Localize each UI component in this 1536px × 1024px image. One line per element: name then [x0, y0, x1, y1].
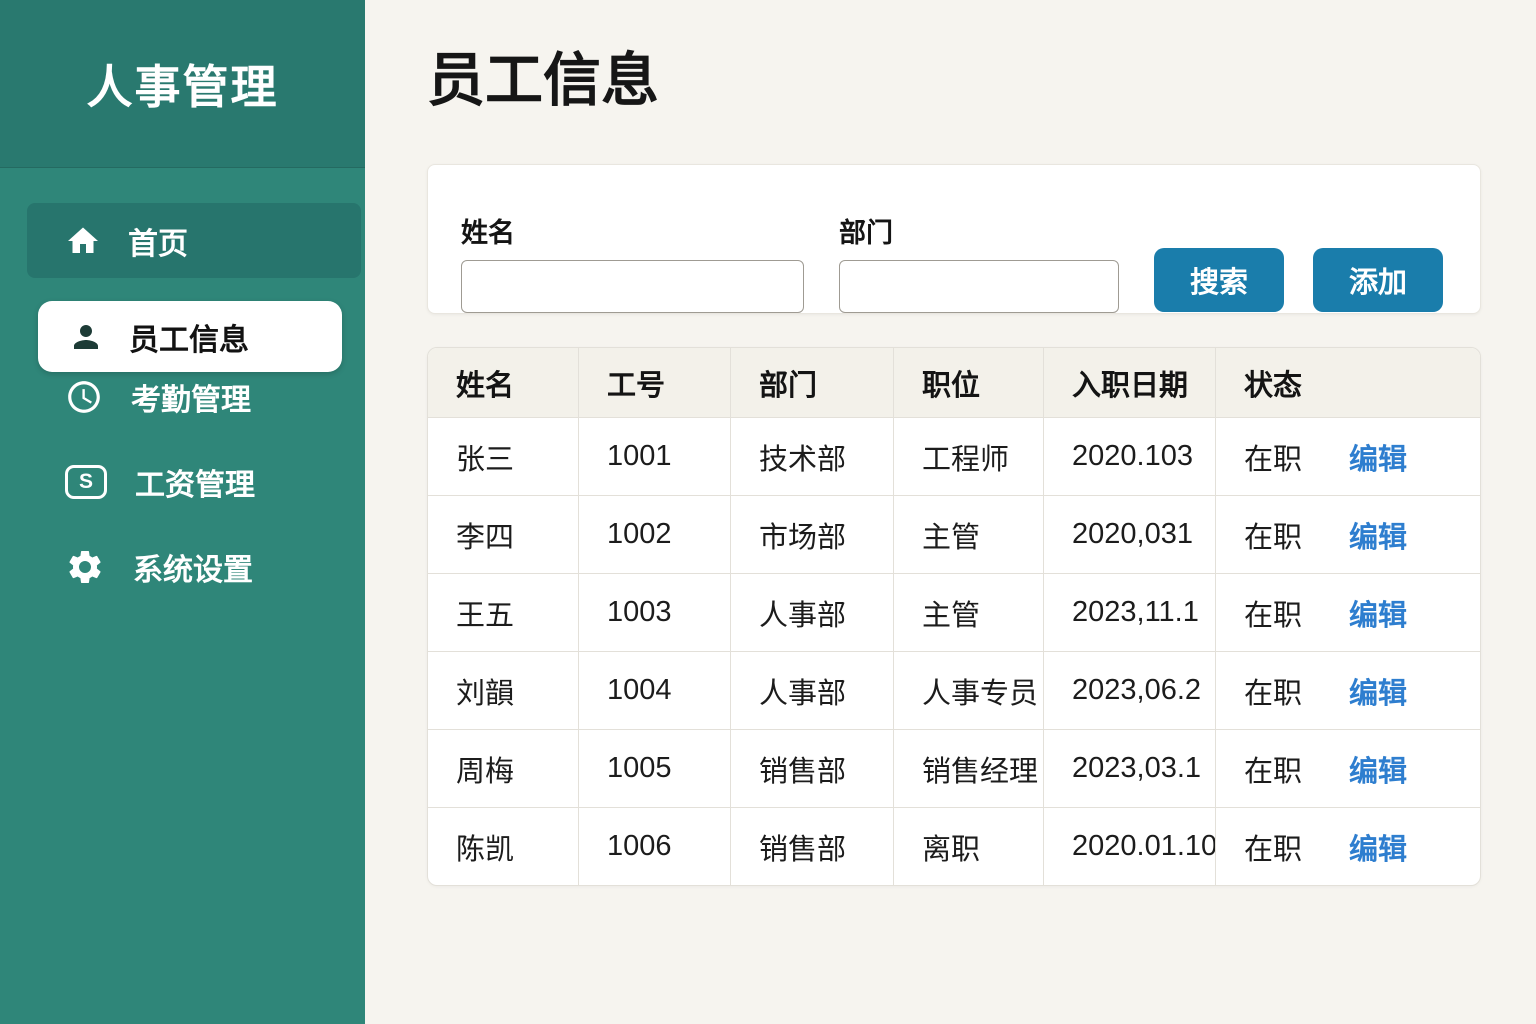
- sidebar-item-employees[interactable]: 员工信息: [38, 301, 342, 372]
- cell-status: 在职 编辑: [1216, 496, 1480, 573]
- status-text: 在职: [1244, 599, 1303, 632]
- column-header: 状态: [1244, 369, 1303, 402]
- salary-icon: S: [65, 465, 107, 499]
- status-text: 在职: [1244, 443, 1303, 476]
- main-content: 员工信息 姓名 部门 搜索 添加 姓名 工号 部门 职位 入职日期 状态 张三 1001 …: [365, 0, 1536, 1024]
- cell-employee-id: 1006: [579, 808, 731, 885]
- sidebar-item-settings[interactable]: 系统设置: [0, 542, 365, 592]
- home-icon: [65, 223, 101, 259]
- cell-department: 市场部: [731, 496, 894, 573]
- status-text: 在职: [1244, 677, 1303, 710]
- hr-app: 人事管理 首页 员工信息 考勤管理 S 工资管理 系统设置 员工信息 姓名 部门…: [0, 0, 1536, 1024]
- cell-employee-id: 1001: [579, 418, 731, 495]
- name-input[interactable]: [461, 260, 804, 313]
- table-row: 陈凯 1006 销售部 离职 2020.01.10 在职 编辑: [428, 807, 1480, 885]
- column-header: 姓名: [428, 348, 579, 417]
- cell-department: 销售部: [731, 808, 894, 885]
- table-row: 周梅 1005 销售部 销售经理 2023,03.1 在职 编辑: [428, 729, 1480, 807]
- status-text: 在职: [1244, 833, 1303, 866]
- sidebar-item-label: 首页: [128, 227, 188, 261]
- sidebar-item-label: 工资管理: [135, 469, 255, 502]
- cell-department: 人事部: [731, 574, 894, 651]
- cell-name: 刘韻: [428, 652, 579, 729]
- column-header: 入职日期: [1044, 348, 1216, 417]
- cell-hire-date: 2020,031: [1044, 496, 1216, 573]
- cell-position: 人事专员: [894, 652, 1044, 729]
- user-icon: [68, 319, 104, 355]
- cell-hire-date: 2020.103: [1044, 418, 1216, 495]
- cell-position: 销售经理: [894, 730, 1044, 807]
- sidebar-nav: 首页 员工信息 考勤管理 S 工资管理 系统设置: [0, 168, 365, 592]
- cell-name: 周梅: [428, 730, 579, 807]
- column-header: 职位: [894, 348, 1044, 417]
- dept-label: 部门: [839, 218, 893, 248]
- edit-link[interactable]: 编辑: [1349, 592, 1407, 634]
- cell-department: 技术部: [731, 418, 894, 495]
- status-text: 在职: [1244, 521, 1303, 554]
- cell-employee-id: 1002: [579, 496, 731, 573]
- table-row: 张三 1001 技术部 工程师 2020.103 在职 编辑: [428, 417, 1480, 495]
- name-field-group: 姓名: [461, 211, 804, 313]
- edit-link[interactable]: 编辑: [1349, 748, 1407, 790]
- table-body: 张三 1001 技术部 工程师 2020.103 在职 编辑 李四 1002 市…: [428, 417, 1480, 885]
- cell-status: 在职 编辑: [1216, 652, 1480, 729]
- employee-table: 姓名 工号 部门 职位 入职日期 状态 张三 1001 技术部 工程师 2020.103 …: [427, 347, 1481, 886]
- table-row: 王五 1003 人事部 主管 2023,11.1 在职 编辑: [428, 573, 1480, 651]
- cell-employee-id: 1005: [579, 730, 731, 807]
- sidebar-item-attendance[interactable]: 考勤管理: [0, 372, 365, 422]
- search-button[interactable]: 搜索: [1154, 248, 1284, 312]
- cell-hire-date: 2020.01.10: [1044, 808, 1216, 885]
- status-text: 在职: [1244, 755, 1303, 788]
- sidebar-item-label: 系统设置: [133, 554, 253, 587]
- add-button[interactable]: 添加: [1313, 248, 1443, 312]
- cell-position: 主管: [894, 496, 1044, 573]
- name-label: 姓名: [461, 218, 515, 248]
- cell-employee-id: 1004: [579, 652, 731, 729]
- edit-link[interactable]: 编辑: [1349, 670, 1407, 712]
- sidebar: 人事管理 首页 员工信息 考勤管理 S 工资管理 系统设置: [0, 0, 365, 1024]
- edit-link[interactable]: 编辑: [1349, 826, 1407, 868]
- cell-department: 人事部: [731, 652, 894, 729]
- cell-name: 张三: [428, 418, 579, 495]
- cell-status: 在职 编辑: [1216, 574, 1480, 651]
- cell-name: 陈凯: [428, 808, 579, 885]
- cell-status: 在职 编辑: [1216, 808, 1480, 885]
- table-header-row: 姓名 工号 部门 职位 入职日期 状态: [428, 348, 1480, 417]
- clock-icon: [65, 378, 103, 416]
- gear-icon: [65, 547, 105, 587]
- sidebar-header: 人事管理: [0, 0, 365, 168]
- edit-link[interactable]: 编辑: [1349, 514, 1407, 556]
- table-row: 刘韻 1004 人事部 人事专员 2023,06.2 在职 编辑: [428, 651, 1480, 729]
- cell-status: 在职 编辑: [1216, 730, 1480, 807]
- sidebar-item-home[interactable]: 首页: [27, 203, 361, 278]
- sidebar-item-salary[interactable]: S 工资管理: [0, 457, 365, 507]
- sidebar-item-label: 员工信息: [129, 323, 249, 357]
- search-panel: 姓名 部门 搜索 添加: [427, 164, 1481, 314]
- cell-hire-date: 2023,11.1: [1044, 574, 1216, 651]
- cell-position: 离职: [894, 808, 1044, 885]
- cell-employee-id: 1003: [579, 574, 731, 651]
- dept-input[interactable]: [839, 260, 1119, 313]
- cell-name: 王五: [428, 574, 579, 651]
- cell-name: 李四: [428, 496, 579, 573]
- edit-link[interactable]: 编辑: [1349, 436, 1407, 478]
- cell-department: 销售部: [731, 730, 894, 807]
- cell-hire-date: 2023,03.1: [1044, 730, 1216, 807]
- page-title: 员工信息: [427, 48, 660, 113]
- search-actions: 搜索 添加: [1154, 248, 1443, 313]
- sidebar-item-label: 考勤管理: [131, 384, 251, 417]
- column-header: 部门: [731, 348, 894, 417]
- cell-position: 主管: [894, 574, 1044, 651]
- cell-status: 在职 编辑: [1216, 418, 1480, 495]
- cell-hire-date: 2023,06.2: [1044, 652, 1216, 729]
- table-row: 李四 1002 市场部 主管 2020,031 在职 编辑: [428, 495, 1480, 573]
- dept-field-group: 部门: [839, 211, 1119, 313]
- cell-position: 工程师: [894, 418, 1044, 495]
- app-title: 人事管理: [86, 60, 279, 113]
- column-header: 工号: [579, 348, 731, 417]
